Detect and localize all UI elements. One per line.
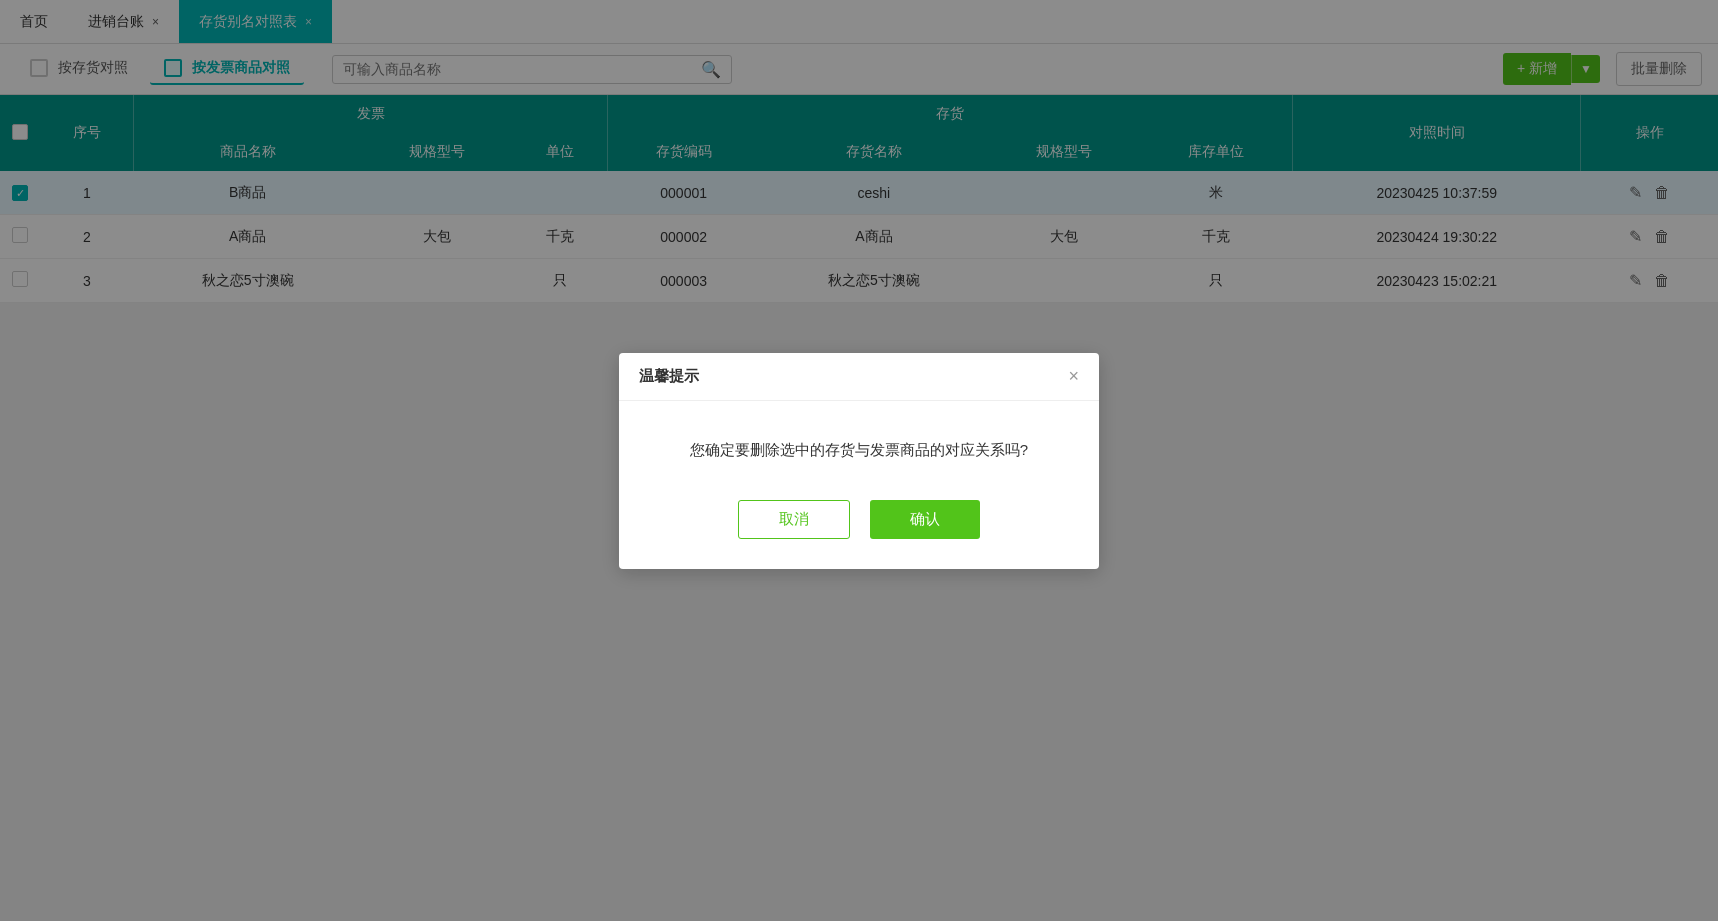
confirm-modal: 温馨提示 × 您确定要删除选中的存货与发票商品的对应关系吗? 取消 确认 [619, 353, 1099, 569]
modal-confirm-button[interactable]: 确认 [870, 500, 980, 539]
modal-title: 温馨提示 [639, 367, 699, 386]
modal-body: 您确定要删除选中的存货与发票商品的对应关系吗? [619, 401, 1099, 490]
modal-cancel-button[interactable]: 取消 [738, 500, 850, 539]
modal-header: 温馨提示 × [619, 353, 1099, 401]
modal-overlay: 温馨提示 × 您确定要删除选中的存货与发票商品的对应关系吗? 取消 确认 [0, 0, 1718, 921]
modal-message: 您确定要删除选中的存货与发票商品的对应关系吗? [690, 441, 1028, 458]
modal-close-button[interactable]: × [1068, 367, 1079, 385]
modal-footer: 取消 确认 [619, 490, 1099, 569]
